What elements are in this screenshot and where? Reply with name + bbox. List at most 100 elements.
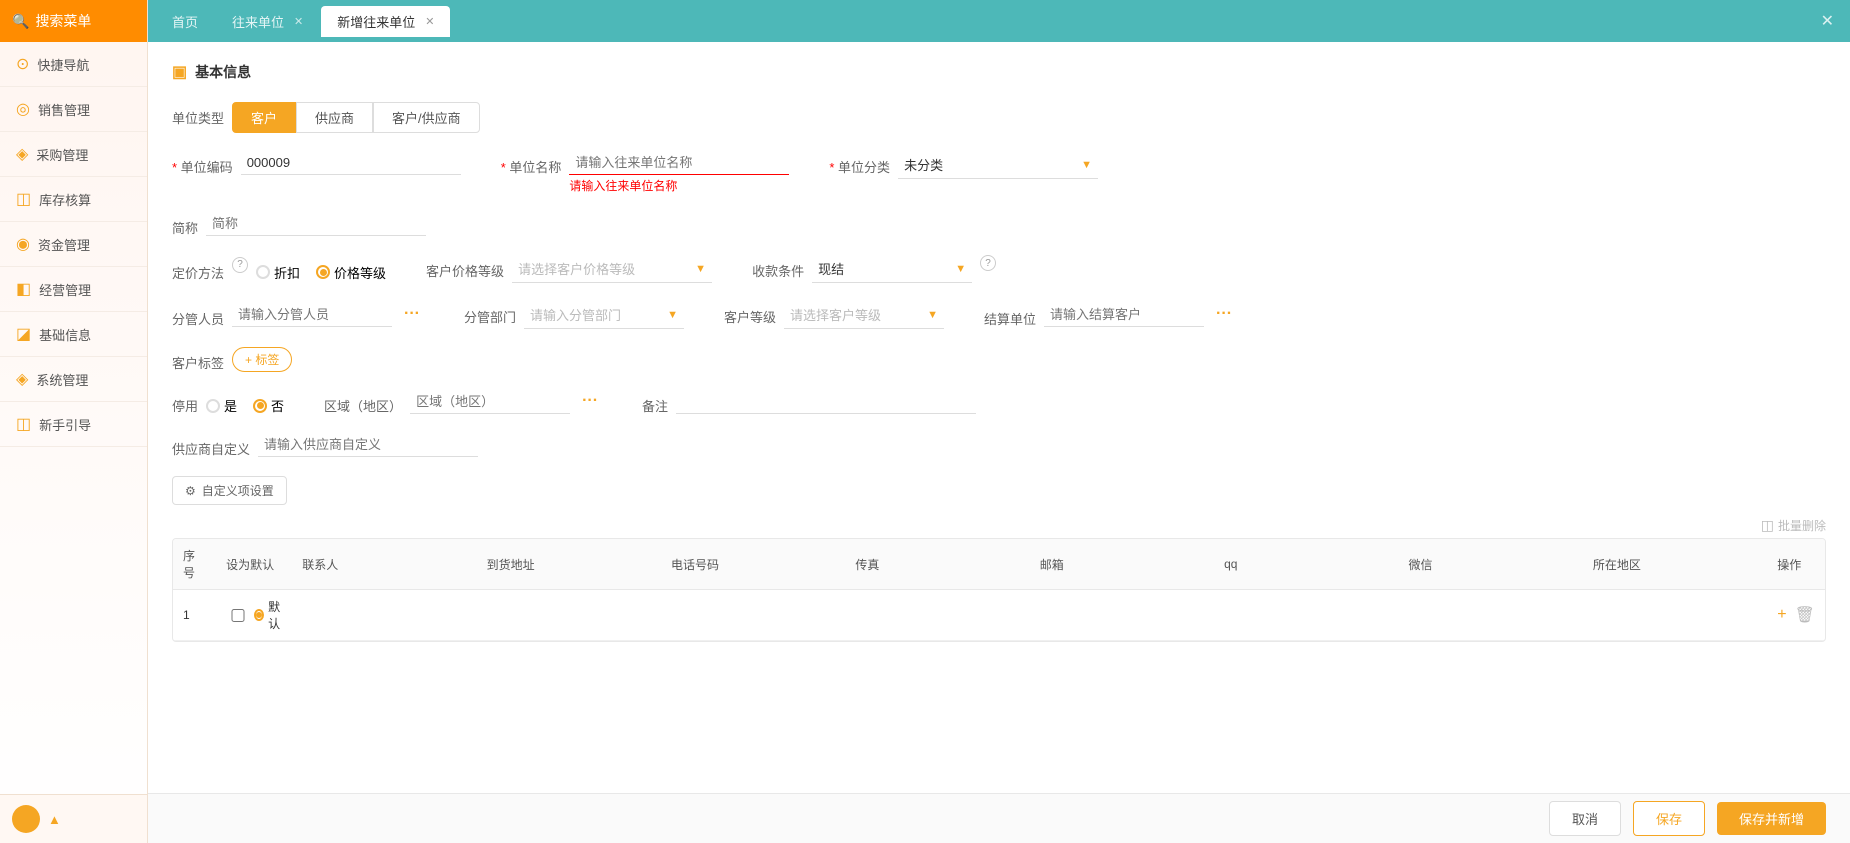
payment-terms-help-icon[interactable]: ? (980, 255, 996, 271)
disable-no-radio[interactable]: 否 (253, 396, 284, 415)
sidebar-item-label: 销售管理 (38, 100, 90, 119)
unit-type-row: 单位类型 客户 供应商 客户/供应商 (172, 102, 1826, 133)
level-radio-outer (316, 265, 330, 279)
pricing-discount-radio[interactable]: 折扣 (256, 263, 300, 282)
cell-ops: + 🗑 (1767, 590, 1825, 641)
pricing-help-icon[interactable]: ? (232, 257, 248, 273)
cell-contact[interactable] (292, 590, 476, 641)
region-field: 区域（地区） ··· (324, 390, 602, 415)
remark-input[interactable] (676, 390, 976, 414)
tab-counterparty-close[interactable]: ✕ (294, 15, 303, 28)
short-name-row: 简称 (172, 212, 1826, 237)
sales-icon: ◎ (16, 99, 30, 119)
phone-input[interactable] (671, 608, 835, 623)
cell-qq[interactable] (1214, 590, 1398, 641)
pricing-method-label: 定价方法 (172, 257, 224, 282)
batch-delete-label[interactable]: 批量删除 (1778, 517, 1826, 534)
short-name-field: 简称 (172, 212, 426, 237)
unit-code-label: 单位编码 (172, 151, 233, 176)
add-tag-button[interactable]: + 标签 (232, 347, 292, 372)
disable-yes-outer (206, 399, 220, 413)
cell-fax[interactable] (845, 590, 1029, 641)
sidebar-item-operations[interactable]: ◧ 经营管理 (0, 267, 147, 312)
sidebar-item-inventory[interactable]: ◫ 库存核算 (0, 177, 147, 222)
sidebar-item-label: 快捷导航 (37, 55, 89, 74)
sidebar-item-basic[interactable]: ◪ 基础信息 (0, 312, 147, 357)
wechat-input[interactable] (1409, 608, 1573, 623)
supervisor-input[interactable] (232, 303, 392, 327)
dept-select[interactable]: 请输入分管部门 ▼ (524, 301, 684, 329)
cell-wechat[interactable] (1399, 590, 1583, 641)
cell-region[interactable] (1583, 590, 1767, 641)
sidebar-item-system[interactable]: ◈ 系统管理 (0, 357, 147, 402)
pricing-level-radio[interactable]: 价格等级 (316, 263, 386, 282)
unit-category-value: 未分类 (904, 155, 1077, 174)
disable-yes-label: 是 (224, 396, 237, 415)
sidebar-item-quick-nav[interactable]: ⊙ 快捷导航 (0, 42, 147, 87)
unit-name-input[interactable] (569, 151, 789, 175)
save-and-new-button[interactable]: 保存并新增 (1717, 802, 1826, 835)
tab-counterparty[interactable]: 往来单位 ✕ (216, 6, 319, 37)
contact-input[interactable] (302, 608, 466, 623)
tab-new-counterparty-close[interactable]: ✕ (425, 15, 434, 28)
disable-yes-radio[interactable]: 是 (206, 396, 237, 415)
row-operations: + 🗑 (1777, 605, 1815, 625)
sidebar-item-finance[interactable]: ◉ 资金管理 (0, 222, 147, 267)
sidebar-item-purchase[interactable]: ◈ 采购管理 (0, 132, 147, 177)
customer-tag-label: 客户标签 (172, 347, 224, 372)
batch-delete-area: ◫ 批量删除 (172, 517, 1826, 534)
settlement-more-btn[interactable]: ··· (1212, 303, 1236, 325)
cell-email[interactable] (1030, 590, 1214, 641)
unit-type-label: 单位类型 (172, 102, 224, 127)
type-btn-both[interactable]: 客户/供应商 (373, 102, 480, 133)
sidebar-search[interactable]: 🔍 搜索菜单 (0, 0, 147, 42)
col-region: 所在地区 (1583, 539, 1767, 590)
email-input[interactable] (1040, 608, 1204, 623)
col-email: 邮箱 (1030, 539, 1214, 590)
unit-code-input[interactable] (241, 151, 461, 175)
payment-terms-value: 现结 (818, 259, 951, 278)
region-input[interactable] (410, 390, 570, 414)
fax-input[interactable] (855, 608, 1019, 623)
type-buttons-group: 客户 供应商 客户/供应商 (232, 102, 480, 133)
unit-category-select[interactable]: 未分类 ▼ (898, 151, 1098, 179)
customer-price-level-select[interactable]: 请选择客户价格等级 ▼ (512, 255, 712, 283)
settlement-input[interactable] (1044, 303, 1204, 327)
operations-icon: ◧ (16, 279, 31, 299)
customer-level-select[interactable]: 请选择客户等级 ▼ (784, 301, 944, 329)
address-input[interactable] (487, 608, 651, 623)
short-name-input[interactable] (206, 212, 426, 236)
cell-address[interactable] (477, 590, 661, 641)
row-checkbox[interactable] (226, 609, 250, 622)
row-delete-btn[interactable]: 🗑 (1795, 605, 1815, 625)
type-btn-customer[interactable]: 客户 (232, 102, 296, 133)
quick-nav-icon: ⊙ (16, 54, 29, 74)
tab-new-counterparty[interactable]: 新增往来单位 ✕ (321, 6, 450, 37)
qq-input[interactable] (1224, 608, 1388, 623)
tab-home[interactable]: 首页 (156, 6, 214, 37)
cancel-button[interactable]: 取消 (1549, 801, 1621, 836)
supplier-custom-field: 供应商自定义 (172, 433, 478, 458)
type-btn-supplier[interactable]: 供应商 (296, 102, 373, 133)
supplier-custom-input[interactable] (258, 433, 478, 457)
settings-gear-icon: ⚙ (185, 484, 196, 498)
section-title: 基本信息 (195, 62, 251, 82)
sidebar-bottom: ▲ (0, 794, 147, 843)
default-radio[interactable]: 默认 (254, 598, 282, 632)
save-button[interactable]: 保存 (1633, 801, 1705, 836)
form-content: ▣ 基本信息 单位类型 客户 供应商 客户/供应商 单位编码 (148, 42, 1850, 793)
region-more-btn[interactable]: ··· (578, 390, 602, 412)
payment-terms-select[interactable]: 现结 ▼ (812, 255, 972, 283)
dept-field: 分管部门 请输入分管部门 ▼ (464, 301, 684, 329)
sidebar-item-guide[interactable]: ◫ 新手引导 (0, 402, 147, 447)
cell-phone[interactable] (661, 590, 845, 641)
custom-settings-label: 自定义项设置 (202, 482, 274, 499)
sidebar-item-sales[interactable]: ◎ 销售管理 (0, 87, 147, 132)
supervisor-more-btn[interactable]: ··· (400, 303, 424, 325)
custom-settings-button[interactable]: ⚙ 自定义项设置 (172, 476, 287, 505)
user-avatar (12, 805, 40, 833)
row-add-btn[interactable]: + (1777, 606, 1786, 624)
tab-bar: 首页 往来单位 ✕ 新增往来单位 ✕ ✕ (148, 0, 1850, 42)
table-region-input[interactable] (1593, 608, 1757, 623)
close-all-tabs-button[interactable]: ✕ (1813, 7, 1842, 35)
